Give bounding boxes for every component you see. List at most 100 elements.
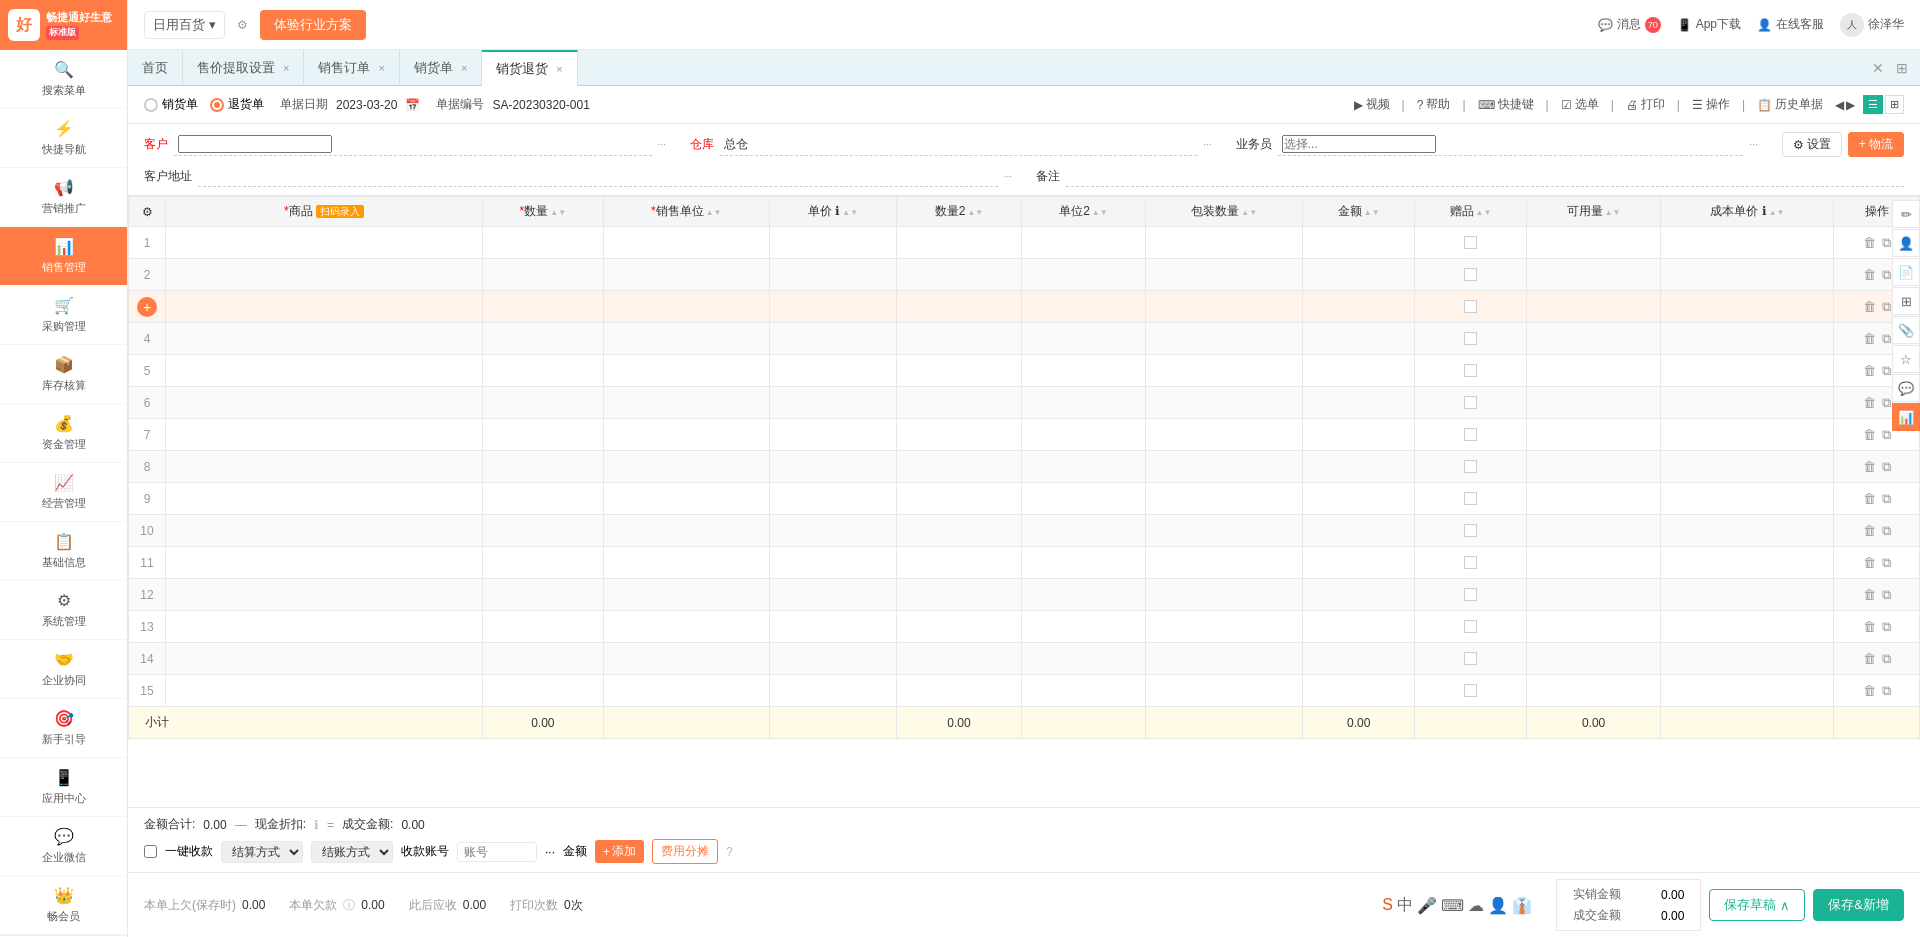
row-unit-cell[interactable]: [603, 419, 769, 451]
salesperson-more-icon[interactable]: ···: [1749, 139, 1757, 150]
calendar-icon[interactable]: 📅: [405, 98, 420, 112]
sidebar-item-operations[interactable]: 📈 经营管理: [0, 463, 127, 522]
row-qty-cell[interactable]: [483, 323, 604, 355]
copy-row-icon[interactable]: ⧉: [1882, 619, 1891, 635]
row-amount-cell[interactable]: [1303, 419, 1415, 451]
row-price-cell[interactable]: [769, 419, 897, 451]
customer-more-icon[interactable]: ···: [658, 139, 666, 150]
row-pkg-cell[interactable]: [1146, 451, 1303, 483]
return-order-radio[interactable]: 退货单: [210, 96, 264, 113]
one-click-payment-checkbox[interactable]: [144, 845, 157, 858]
row-pkg-cell[interactable]: [1146, 579, 1303, 611]
tab-close-sales-delivery[interactable]: ×: [461, 62, 467, 74]
row-qty-cell[interactable]: [483, 675, 604, 707]
sidebar-item-wechat[interactable]: 💬 企业微信: [0, 817, 127, 876]
float-clip-btn[interactable]: 📎: [1892, 316, 1920, 344]
row-unit-cell[interactable]: [603, 387, 769, 419]
sidebar-item-marketing[interactable]: 📢 营销推广: [0, 168, 127, 227]
address-input[interactable]: [198, 165, 998, 187]
sidebar-item-inventory[interactable]: 📦 库存核算: [0, 345, 127, 404]
row-qty2-cell[interactable]: [897, 323, 1021, 355]
row-price-cell[interactable]: [769, 547, 897, 579]
float-grid-btn[interactable]: ⊞: [1892, 287, 1920, 315]
copy-row-icon[interactable]: ⧉: [1882, 299, 1891, 315]
breadcrumb-select[interactable]: 日用百货 ▾: [144, 11, 225, 39]
logistics-button[interactable]: + 物流: [1848, 132, 1904, 157]
tab-sales-delivery[interactable]: 销货单×: [400, 50, 482, 86]
row-unit-cell[interactable]: [603, 675, 769, 707]
row-amount-cell[interactable]: [1303, 291, 1415, 323]
list-view-btn[interactable]: ☰: [1863, 95, 1883, 114]
row-unit2-cell[interactable]: [1021, 483, 1145, 515]
row-amount-cell[interactable]: [1303, 483, 1415, 515]
next-icon[interactable]: ▶: [1846, 98, 1855, 112]
row-pkg-cell[interactable]: [1146, 291, 1303, 323]
delete-row-icon[interactable]: 🗑: [1863, 619, 1876, 634]
gift-checkbox-7[interactable]: [1464, 428, 1477, 441]
select-action[interactable]: ☑ 选单: [1557, 94, 1603, 115]
grid-view-btn[interactable]: ⊞: [1885, 95, 1904, 114]
gift-checkbox-2[interactable]: [1464, 268, 1477, 281]
mic-icon[interactable]: 🎤: [1417, 896, 1437, 915]
settings-button[interactable]: ⚙ 设置: [1782, 132, 1842, 157]
delete-row-icon[interactable]: 🗑: [1863, 587, 1876, 602]
add-payment-button[interactable]: + 添加: [595, 840, 644, 863]
row-amount-cell[interactable]: [1303, 515, 1415, 547]
tab-close-price-settings[interactable]: ×: [283, 62, 289, 74]
save-new-button[interactable]: 保存&新增: [1813, 889, 1904, 921]
add-row-button[interactable]: +: [137, 297, 157, 317]
sidebar-item-search[interactable]: 🔍 搜索菜单: [0, 50, 127, 109]
row-cost-cell[interactable]: [1661, 323, 1834, 355]
row-avail-cell[interactable]: [1526, 547, 1661, 579]
row-unit2-cell[interactable]: [1021, 419, 1145, 451]
salesperson-text-input[interactable]: [1282, 135, 1436, 153]
billing-method-select[interactable]: 结账方式: [311, 841, 393, 863]
row-price-cell[interactable]: [769, 611, 897, 643]
sidebar-item-apps[interactable]: 📱 应用中心: [0, 758, 127, 817]
copy-row-icon[interactable]: ⧉: [1882, 555, 1891, 571]
row-amount-cell[interactable]: [1303, 323, 1415, 355]
row-qty2-cell[interactable]: [897, 675, 1021, 707]
row-pkg-cell[interactable]: [1146, 227, 1303, 259]
print-action[interactable]: 🖨 打印: [1622, 94, 1669, 115]
row-avail-cell[interactable]: [1526, 579, 1661, 611]
row-unit2-cell[interactable]: [1021, 323, 1145, 355]
row-qty-cell[interactable]: [483, 515, 604, 547]
gift-checkbox-5[interactable]: [1464, 364, 1477, 377]
row-pkg-cell[interactable]: [1146, 611, 1303, 643]
row-unit2-cell[interactable]: [1021, 291, 1145, 323]
row-unit2-cell[interactable]: [1021, 675, 1145, 707]
account-input[interactable]: [457, 842, 537, 862]
row-price-cell[interactable]: [769, 675, 897, 707]
float-doc-btn[interactable]: 📄: [1892, 258, 1920, 286]
gift-checkbox-15[interactable]: [1464, 684, 1477, 697]
row-price-cell[interactable]: [769, 259, 897, 291]
row-qty2-cell[interactable]: [897, 259, 1021, 291]
prev-icon[interactable]: ◀: [1835, 98, 1844, 112]
row-unit-cell[interactable]: [603, 259, 769, 291]
tab-close-sales-return[interactable]: ×: [556, 63, 562, 75]
row-qty-cell[interactable]: [483, 611, 604, 643]
gift-checkbox-4[interactable]: [1464, 332, 1477, 345]
row-price-cell[interactable]: [769, 355, 897, 387]
row-unit2-cell[interactable]: [1021, 643, 1145, 675]
save-draft-button[interactable]: 保存草稿 ∧: [1709, 889, 1805, 921]
row-unit-cell[interactable]: [603, 611, 769, 643]
row-product-cell[interactable]: [166, 323, 483, 355]
gift-checkbox-6[interactable]: [1464, 396, 1477, 409]
row-cost-cell[interactable]: [1661, 227, 1834, 259]
row-price-cell[interactable]: [769, 387, 897, 419]
row-avail-cell[interactable]: [1526, 227, 1661, 259]
warehouse-more-icon[interactable]: ···: [1203, 139, 1211, 150]
gift-checkbox-10[interactable]: [1464, 524, 1477, 537]
row-price-cell[interactable]: [769, 579, 897, 611]
row-unit-cell[interactable]: [603, 451, 769, 483]
row-avail-cell[interactable]: [1526, 675, 1661, 707]
sidebar-item-quick-nav[interactable]: ⚡ 快捷导航: [0, 109, 127, 168]
row-amount-cell[interactable]: [1303, 675, 1415, 707]
copy-row-icon[interactable]: ⧉: [1882, 683, 1891, 699]
delete-row-icon[interactable]: 🗑: [1863, 235, 1876, 250]
gift-checkbox-14[interactable]: [1464, 652, 1477, 665]
row-amount-cell[interactable]: [1303, 387, 1415, 419]
row-unit2-cell[interactable]: [1021, 387, 1145, 419]
